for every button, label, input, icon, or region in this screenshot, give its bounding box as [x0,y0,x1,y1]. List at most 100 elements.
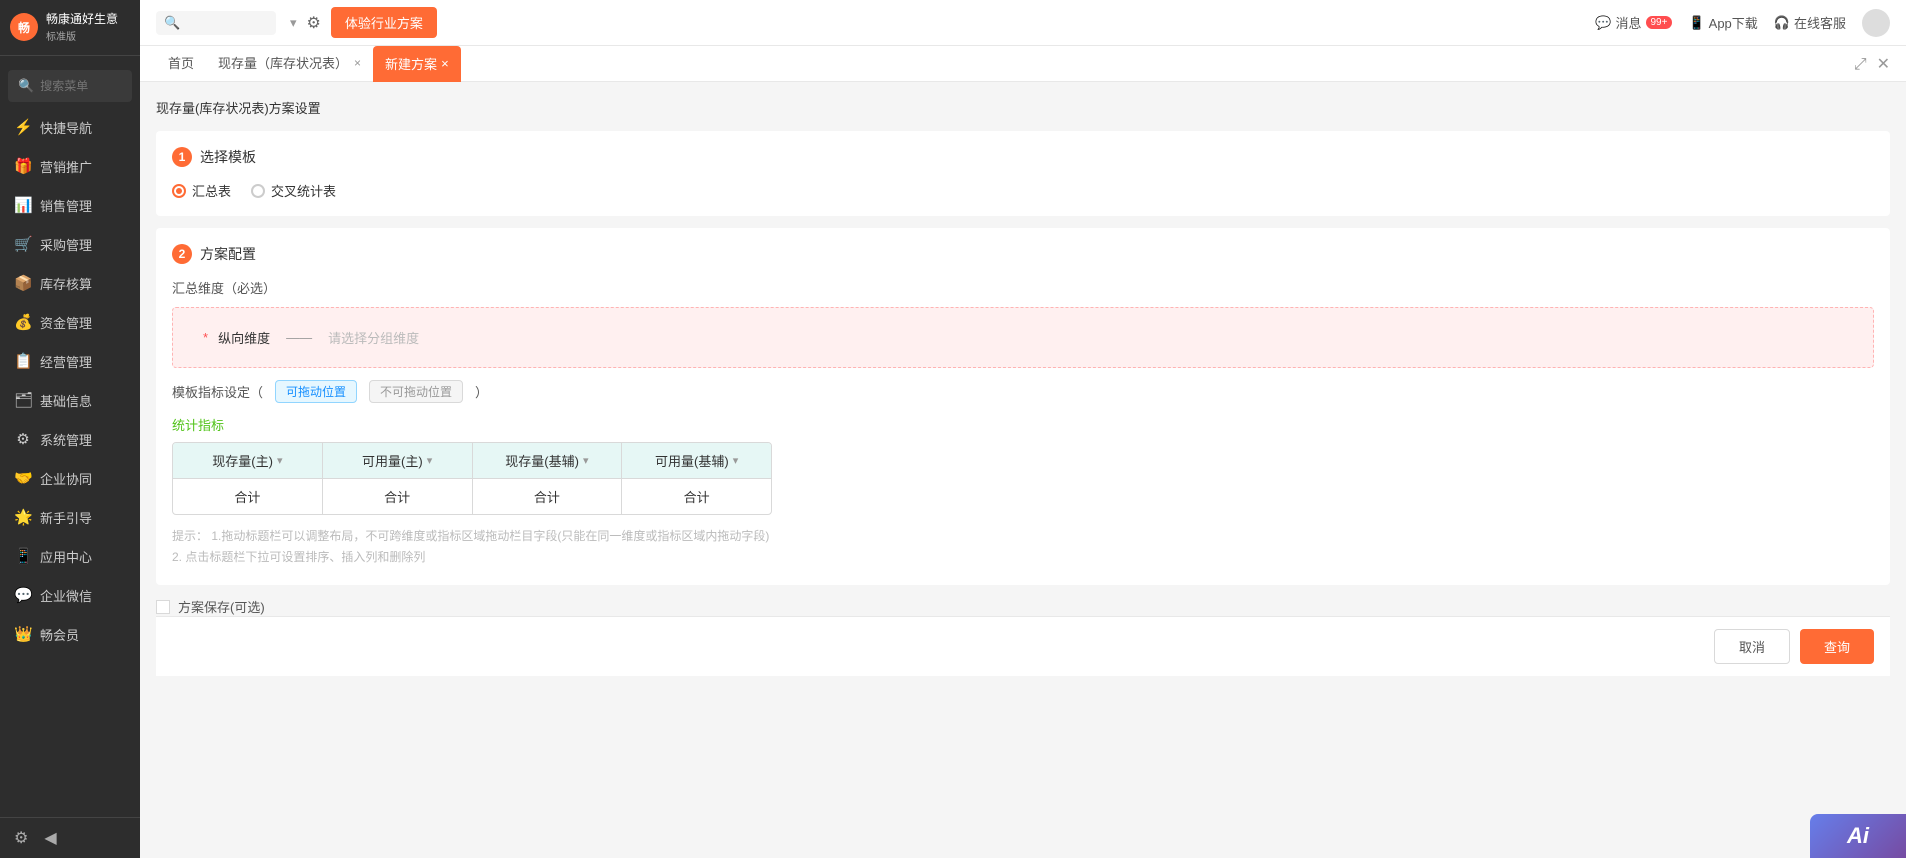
sidebar-item-wechat[interactable]: 💬 企业微信 [0,576,140,615]
sidebar-item-label: 销售管理 [40,196,92,215]
sidebar-logo: 畅 畅康通好生意 标准版 [0,0,140,56]
app-download-label: App下载 [1709,13,1758,32]
dim-selector[interactable]: * 纵向维度 —— 请选择分组维度 [172,307,1874,368]
sidebar-item-purchase[interactable]: 🛒 采购管理 [0,225,140,264]
summary-dim-label: 汇总维度（必选） [172,278,1874,297]
settings-icon[interactable]: ⚙ [14,828,28,848]
save-checkbox[interactable] [156,600,170,614]
indicator-close: ） [475,382,488,401]
tab-expand-icon[interactable]: ⤢ ✕ [1854,54,1890,74]
message-item[interactable]: 💬 消息 99+ [1595,13,1672,32]
tab-new-scheme[interactable]: 新建方案 × [373,46,461,82]
cancel-button[interactable]: 取消 [1714,629,1790,664]
message-badge: 99+ [1646,16,1673,29]
sidebar-item-label: 快捷导航 [40,118,92,137]
dim-vertical-label: 纵向维度 [218,328,270,347]
sidebar-footer: ⚙ ◀ [0,817,140,858]
stats-col-1-header[interactable]: 现存量(主) ▾ [173,443,323,479]
sidebar-item-finance[interactable]: 💰 资金管理 [0,303,140,342]
sidebar-item-basic[interactable]: 🗂 基础信息 [0,381,140,420]
radio-crosstab[interactable]: 交叉统计表 [251,181,336,200]
sidebar-item-label: 库存核算 [40,274,92,293]
user-avatar[interactable] [1862,9,1890,37]
tab-inventory-close[interactable]: × [354,56,361,70]
stats-col-2-label: 可用量(主) [362,451,423,470]
tab-inventory[interactable]: 现存量（库存状况表） × [206,46,373,82]
stats-col-4-body: 合计 [622,479,771,514]
topbar-search-input[interactable] [184,16,264,30]
tab-home[interactable]: 首页 [156,46,206,82]
step2-card: 2 方案配置 汇总维度（必选） * 纵向维度 —— 请选择分组维度 模板指标设定… [156,228,1890,585]
sidebar-item-label: 企业协同 [40,469,92,488]
sidebar-search-input[interactable] [40,79,120,93]
step1-badge: 1 [172,147,192,167]
radio-summary[interactable]: 汇总表 [172,181,231,200]
close-window-icon[interactable]: ✕ [1877,56,1890,73]
sidebar-item-appcenter[interactable]: 📱 应用中心 [0,537,140,576]
sidebar-item-label: 采购管理 [40,235,92,254]
sidebar-item-sales[interactable]: 📊 销售管理 [0,186,140,225]
stats-col-3-header[interactable]: 现存量(基辅) ▾ [473,443,623,479]
sidebar-item-marketing[interactable]: 🎁 营销推广 [0,147,140,186]
ai-badge[interactable]: Ai [1810,814,1906,858]
col2-chevron-icon: ▾ [427,454,433,467]
inventory-icon: 📦 [14,274,32,292]
stats-col-4-header[interactable]: 可用量(基辅) ▾ [622,443,771,479]
logo-text-block: 畅康通好生意 标准版 [46,12,118,43]
collapse-icon[interactable]: ◀ [44,828,56,848]
dim-separator: —— [286,330,312,345]
online-service-item[interactable]: 🎧 在线客服 [1774,13,1846,32]
sidebar-item-newguide[interactable]: 🌟 新手引导 [0,498,140,537]
topbar-gear-icon[interactable]: ⚙ [307,13,321,33]
sidebar-item-quicknav[interactable]: ⚡ 快捷导航 [0,108,140,147]
topbar-search-bar[interactable]: 🔍 [156,11,276,35]
topbar: 🔍 ▾ ⚙ 体验行业方案 💬 消息 99+ 📱 App下载 🎧 在线客服 [140,0,1906,46]
phone-icon: 📱 [1688,15,1704,31]
stats-col-2-header[interactable]: 可用量(主) ▾ [323,443,473,479]
topbar-chevron-icon[interactable]: ▾ [290,15,297,31]
sidebar: 畅 畅康通好生意 标准版 🔍 ⚡ 快捷导航 🎁 营销推广 📊 销售管理 🛒 采购… [0,0,140,858]
step1-card: 1 选择模板 汇总表 交叉统计表 [156,131,1890,216]
sidebar-item-cooperation[interactable]: 🤝 企业协同 [0,459,140,498]
sidebar-item-label: 经营管理 [40,352,92,371]
tab-home-label: 首页 [168,53,194,72]
sidebar-item-operations[interactable]: 📋 经营管理 [0,342,140,381]
step1-title: 选择模板 [200,147,256,167]
sidebar-item-label: 系统管理 [40,430,92,449]
stats-col-4-cell: 合计 [622,479,771,514]
save-option-row: 方案保存(可选) [156,597,1890,616]
tab-new-close-icon[interactable]: × [441,56,449,71]
operations-icon: 📋 [14,352,32,370]
sidebar-item-member[interactable]: 👑 畅会员 [0,615,140,654]
sidebar-item-label: 基础信息 [40,391,92,410]
query-button[interactable]: 查询 [1800,629,1874,664]
radio-summary-dot [172,184,186,198]
expand-icon: ⤢ [1854,56,1867,73]
tip-2: 2. 点击标题栏下拉可设置排序、插入列和删除列 [172,548,1874,565]
basic-icon: 🗂 [14,391,32,409]
sidebar-item-label: 应用中心 [40,547,92,566]
search-icon: 🔍 [18,78,34,94]
app-download-item[interactable]: 📱 App下载 [1688,13,1757,32]
stats-col-2-body: 合计 [323,479,473,514]
cooperation-icon: 🤝 [14,469,32,487]
indicator-setting-row: 模板指标设定（ 可拖动位置 不可拖动位置 ） [172,380,1874,403]
stats-table: 现存量(主) ▾ 可用量(主) ▾ 现存量(基辅 [172,442,772,515]
dim-required-mark: * [203,330,208,345]
radio-crosstab-dot [251,184,265,198]
stats-col-4-label: 可用量(基辅) [655,451,729,470]
newguide-icon: 🌟 [14,508,32,526]
step2-title: 方案配置 [200,244,256,264]
stats-col-1-label: 现存量(主) [212,451,273,470]
content-footer: 取消 查询 [156,616,1890,676]
sidebar-search-bar[interactable]: 🔍 [8,70,132,102]
sidebar-item-label: 营销推广 [40,157,92,176]
sidebar-item-inventory[interactable]: 📦 库存核算 [0,264,140,303]
appcenter-icon: 📱 [14,547,32,565]
industry-scheme-button[interactable]: 体验行业方案 [331,7,437,38]
sidebar-item-system[interactable]: ⚙ 系统管理 [0,420,140,459]
online-service-label: 在线客服 [1794,13,1846,32]
stats-section-label: 统计指标 [172,415,1874,434]
sidebar-item-label: 畅会员 [40,625,79,644]
wechat-icon: 💬 [14,586,32,604]
